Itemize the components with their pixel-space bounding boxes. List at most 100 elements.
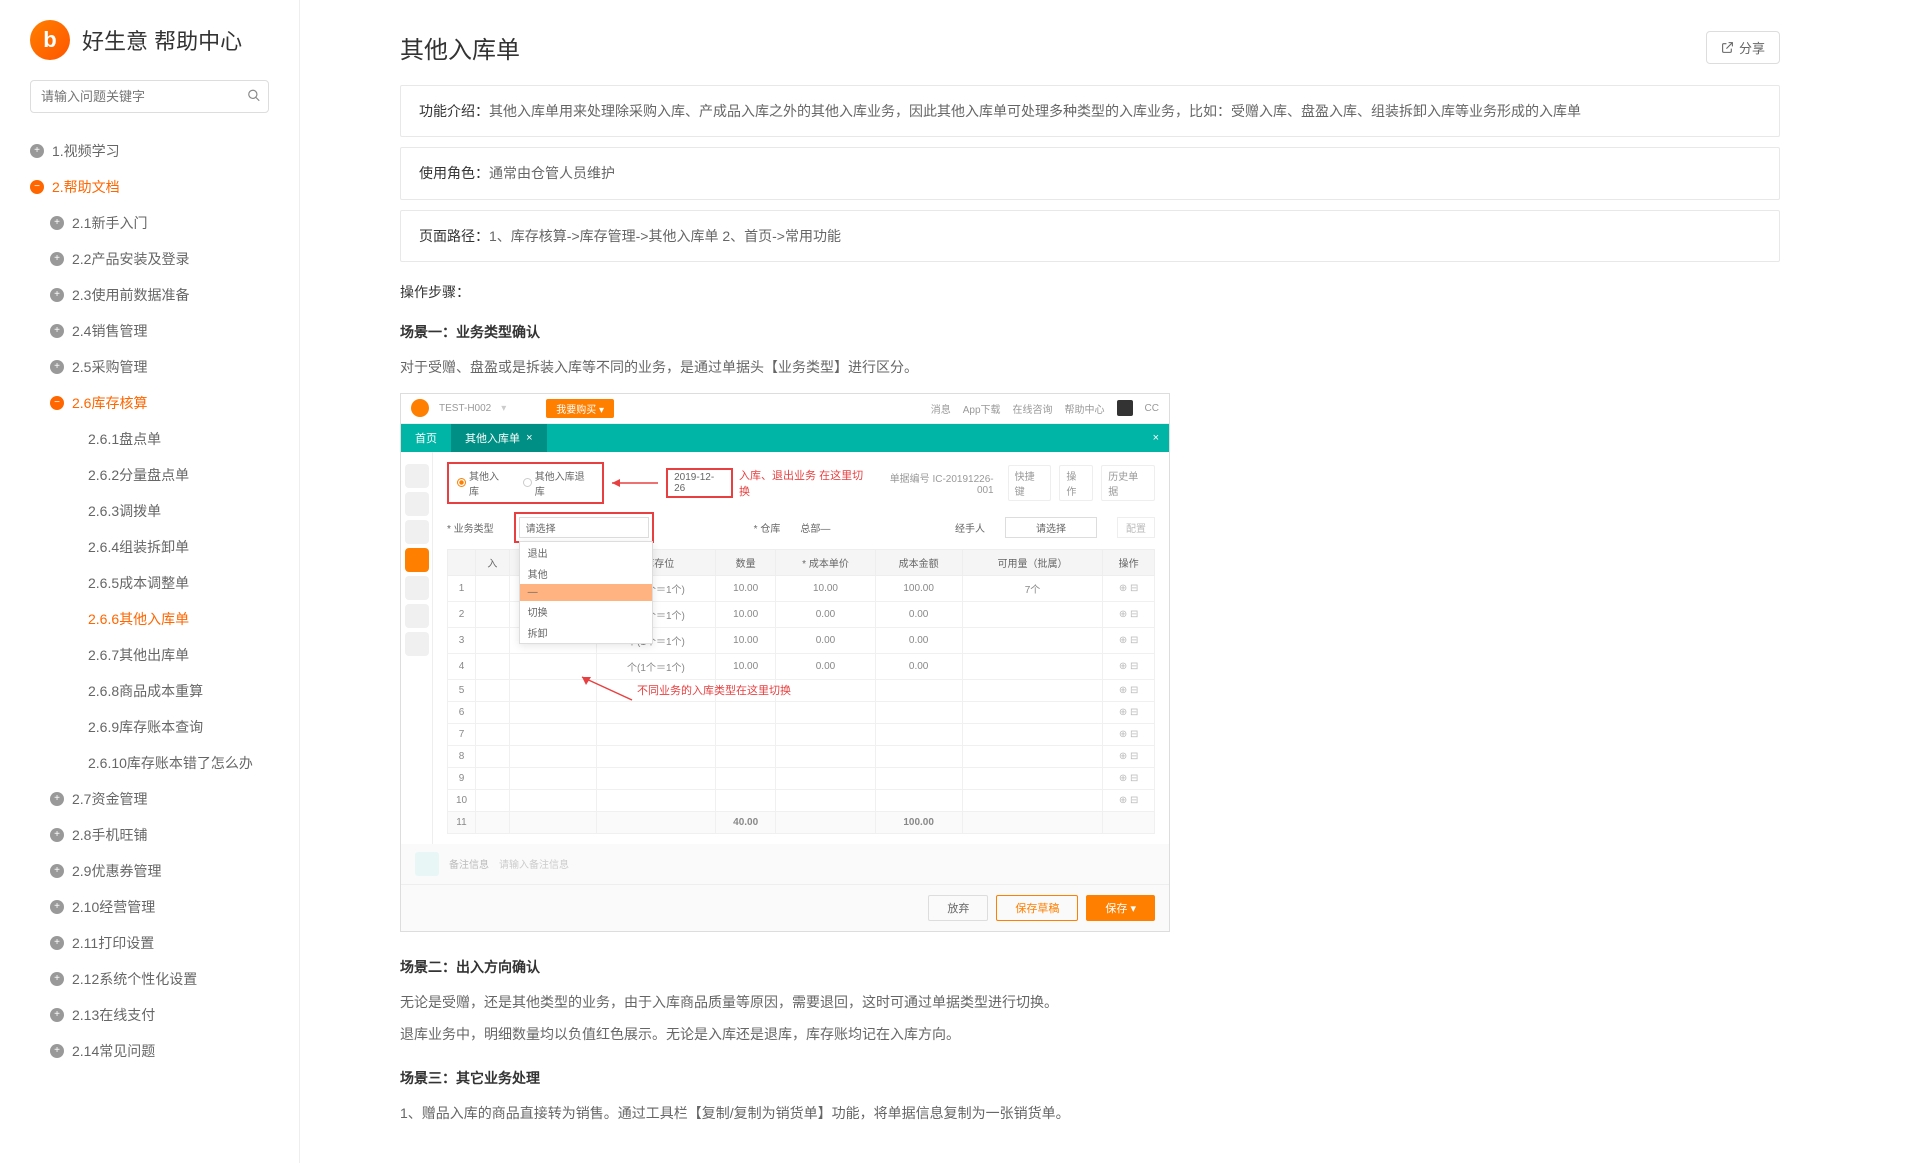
- ss-top-link[interactable]: CC: [1145, 403, 1159, 414]
- ss-clerk-select[interactable]: 请选择: [1005, 517, 1097, 538]
- scene3-p1: 1、赠品入库的商品直接转为销售。通过工具栏【复制/复制为销货单】功能，将单据信息…: [400, 1100, 1780, 1127]
- sidebar-item-label: 1.视频学习: [52, 141, 120, 161]
- ss-biztype-select[interactable]: 请选择 退出其他—切换拆卸: [514, 512, 654, 543]
- ss-biztype-label: * 业务类型: [447, 520, 494, 535]
- ss-radio-return[interactable]: 其他入库退库: [523, 468, 595, 498]
- sidebar-item[interactable]: +2.1新手入门: [30, 205, 269, 241]
- ss-remark-area: 备注信息 请输入备注信息: [401, 844, 1169, 884]
- ss-radio-in[interactable]: 其他入库: [457, 468, 509, 498]
- sidebar-item-label: 2.6.6其他入库单: [88, 609, 189, 629]
- sidebar-item-label: 2.13在线支付: [72, 1005, 155, 1025]
- ss-dropdown-item[interactable]: —: [520, 584, 652, 601]
- ss-top-link[interactable]: 消息: [931, 401, 951, 416]
- ss-top-link[interactable]: 在线咨询: [1013, 401, 1053, 416]
- sidebar-item-label: 2.5采购管理: [72, 357, 147, 377]
- ss-save-button[interactable]: 保存 ▾: [1086, 895, 1155, 921]
- sidebar-item-label: 2.2产品安装及登录: [72, 249, 189, 269]
- ss-dropdown-item[interactable]: 其他: [520, 563, 652, 584]
- sidebar: b 好生意 帮助中心 +1.视频学习−2.帮助文档+2.1新手入门+2.2产品安…: [0, 0, 300, 1163]
- ss-nav-icon[interactable]: [405, 464, 429, 488]
- sidebar-item[interactable]: +2.2产品安装及登录: [30, 241, 269, 277]
- sidebar-item[interactable]: 2.6.5成本调整单: [30, 565, 269, 601]
- ss-tab-current[interactable]: 其他入库单 ×: [451, 424, 547, 452]
- sidebar-item-label: 2.6.7其他出库单: [88, 645, 189, 665]
- scene2-p1: 无论是受赠，还是其他类型的业务，由于入库商品质量等原因，需要退回，这时可通过单据…: [400, 989, 1780, 1016]
- search-icon[interactable]: [247, 88, 261, 105]
- ss-nav-icon[interactable]: [405, 632, 429, 656]
- sidebar-item-label: 2.6.4组装拆卸单: [88, 537, 189, 557]
- sidebar-item[interactable]: 2.6.8商品成本重算: [30, 673, 269, 709]
- ss-left-nav: [401, 452, 433, 844]
- sidebar-item[interactable]: 2.6.4组装拆卸单: [30, 529, 269, 565]
- sidebar-item-label: 2.14常见问题: [72, 1041, 155, 1061]
- ss-dropdown-item[interactable]: 退出: [520, 542, 652, 563]
- ss-toolbar-button[interactable]: 快捷键: [1008, 465, 1052, 501]
- ss-nav-icon[interactable]: [405, 548, 429, 572]
- ss-draft-button[interactable]: 保存草稿: [996, 895, 1078, 921]
- intro-box: 功能介绍：其他入库单用来处理除采购入库、产成品入库之外的其他入库业务，因此其他入…: [400, 85, 1780, 137]
- ss-date-input[interactable]: 2019-12-26: [666, 468, 733, 498]
- sidebar-item[interactable]: +1.视频学习: [30, 133, 269, 169]
- table-row: 8⊕ ⊟: [448, 745, 1155, 767]
- ss-nav-icon[interactable]: [405, 604, 429, 628]
- sidebar-item[interactable]: +2.12系统个性化设置: [30, 961, 269, 997]
- sidebar-item[interactable]: +2.9优惠券管理: [30, 853, 269, 889]
- ss-col-header: 数量: [715, 549, 776, 575]
- sidebar-item[interactable]: +2.4销售管理: [30, 313, 269, 349]
- sidebar-item[interactable]: 2.6.10库存账本错了怎么办: [30, 745, 269, 781]
- sidebar-item[interactable]: +2.7资金管理: [30, 781, 269, 817]
- sidebar-item[interactable]: 2.6.1盘点单: [30, 421, 269, 457]
- share-button[interactable]: 分享: [1706, 31, 1780, 64]
- arrow-icon: [610, 476, 660, 490]
- ss-toolbar-button[interactable]: 操作: [1059, 465, 1093, 501]
- scene2-p2: 退库业务中，明细数量均以负值红色展示。无论是入库还是退库，库存账均记在入库方向。: [400, 1021, 1780, 1048]
- sidebar-item[interactable]: −2.帮助文档: [30, 169, 269, 205]
- ss-dropdown-item[interactable]: 切换: [520, 601, 652, 622]
- ss-nav-icon[interactable]: [405, 492, 429, 516]
- ss-config-button[interactable]: 配置: [1117, 517, 1155, 538]
- ss-button-row: 放弃 保存草稿 保存 ▾: [401, 884, 1169, 931]
- avatar[interactable]: [1117, 400, 1133, 416]
- sidebar-item[interactable]: +2.14常见问题: [30, 1033, 269, 1069]
- sidebar-item[interactable]: +2.11打印设置: [30, 925, 269, 961]
- sidebar-item[interactable]: +2.5采购管理: [30, 349, 269, 385]
- sidebar-item-label: 2.3使用前数据准备: [72, 285, 189, 305]
- ss-tab-close-icon[interactable]: ×: [1143, 432, 1169, 444]
- sidebar-item[interactable]: +2.8手机旺铺: [30, 817, 269, 853]
- search-input[interactable]: [30, 80, 269, 113]
- sidebar-item[interactable]: 2.6.7其他出库单: [30, 637, 269, 673]
- sidebar-item-label: 2.6.5成本调整单: [88, 573, 189, 593]
- ss-top-link[interactable]: 帮助中心: [1065, 401, 1105, 416]
- ss-cancel-button[interactable]: 放弃: [928, 895, 988, 921]
- sidebar-item-label: 2.6库存核算: [72, 393, 147, 413]
- sidebar-item[interactable]: 2.6.3调拨单: [30, 493, 269, 529]
- ss-dropdown-item[interactable]: 拆卸: [520, 622, 652, 643]
- expand-icon: +: [50, 936, 64, 950]
- expand-icon: +: [50, 972, 64, 986]
- ss-col-header: 入: [476, 549, 510, 575]
- path-text: 1、库存核算->库存管理->其他入库单 2、首页->常用功能: [489, 228, 841, 244]
- ss-nav-icon[interactable]: [405, 576, 429, 600]
- expand-icon: +: [50, 324, 64, 338]
- expand-icon: +: [30, 144, 44, 158]
- ss-top-link[interactable]: App下载: [963, 401, 1001, 416]
- sidebar-item-label: 2.6.10库存账本错了怎么办: [88, 753, 253, 773]
- expand-icon: +: [50, 864, 64, 878]
- ss-toolbar-button[interactable]: 历史单据: [1101, 465, 1155, 501]
- sidebar-item[interactable]: +2.10经营管理: [30, 889, 269, 925]
- path-box: 页面路径：1、库存核算->库存管理->其他入库单 2、首页->常用功能: [400, 210, 1780, 262]
- sidebar-item[interactable]: 2.6.9库存账本查询: [30, 709, 269, 745]
- expand-icon: +: [50, 792, 64, 806]
- ss-col-header: 操作: [1103, 549, 1155, 575]
- ss-tab-home[interactable]: 首页: [401, 424, 451, 452]
- sidebar-item[interactable]: +2.13在线支付: [30, 997, 269, 1033]
- table-row: 4 个(1个＝1个)10.000.000.00⊕ ⊟: [448, 653, 1155, 679]
- ss-topbar: TEST-H002 ▾ 我要购买 ▾ 消息App下载在线咨询帮助中心CC: [401, 394, 1169, 424]
- sidebar-item[interactable]: 2.6.2分量盘点单: [30, 457, 269, 493]
- sidebar-item[interactable]: 2.6.6其他入库单: [30, 601, 269, 637]
- ss-order-number: 单据编号 IC-20191226-001: [874, 470, 994, 496]
- sidebar-item[interactable]: −2.6库存核算: [30, 385, 269, 421]
- expand-icon: +: [50, 360, 64, 374]
- sidebar-item[interactable]: +2.3使用前数据准备: [30, 277, 269, 313]
- ss-nav-icon[interactable]: [405, 520, 429, 544]
